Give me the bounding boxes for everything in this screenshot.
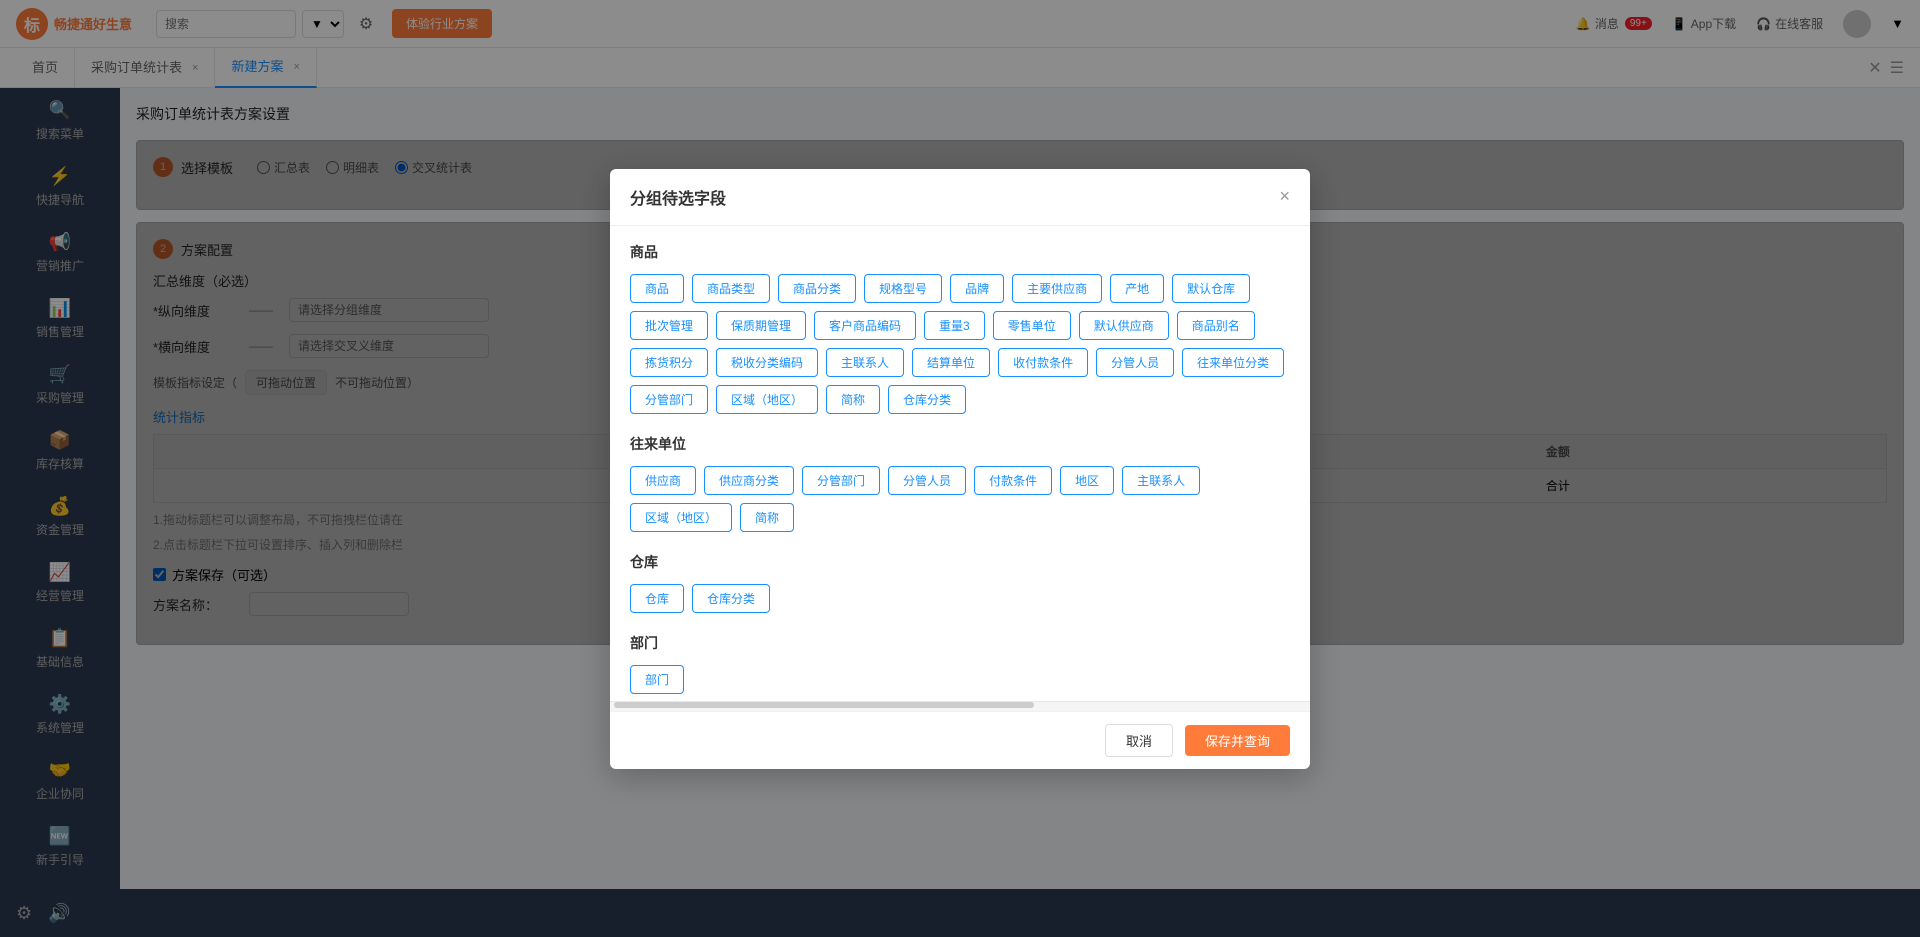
field-tag[interactable]: 品牌 xyxy=(950,274,1004,303)
dialog-footer: 取消 保存并查询 xyxy=(610,711,1310,769)
field-tag[interactable]: 地区 xyxy=(1060,466,1114,495)
confirm-button[interactable]: 保存并查询 xyxy=(1185,725,1290,756)
field-tag[interactable]: 分管部门 xyxy=(630,385,708,414)
field-tag[interactable]: 商品别名 xyxy=(1177,311,1255,340)
field-tag[interactable]: 商品类型 xyxy=(692,274,770,303)
field-tag[interactable]: 部门 xyxy=(630,665,684,694)
field-tag[interactable]: 商品分类 xyxy=(778,274,856,303)
field-tag[interactable]: 税收分类编码 xyxy=(716,348,818,377)
field-tag[interactable]: 简称 xyxy=(826,385,880,414)
field-tag[interactable]: 重量3 xyxy=(924,311,985,340)
field-tag[interactable]: 拣货积分 xyxy=(630,348,708,377)
field-tag[interactable]: 默认供应商 xyxy=(1079,311,1169,340)
fields-wrap-partner: 供应商 供应商分类 分管部门 分管人员 付款条件 地区 主联系人 区域（地区） … xyxy=(630,466,1290,532)
field-tag[interactable]: 仓库分类 xyxy=(888,385,966,414)
field-group-product-title: 商品 xyxy=(630,242,1290,262)
dialog: 分组待选字段 × 商品 商品 商品类型 商品分类 规格型号 品牌 主要供应商 产… xyxy=(610,169,1310,769)
field-tag[interactable]: 默认仓库 xyxy=(1172,274,1250,303)
field-tag[interactable]: 主要供应商 xyxy=(1012,274,1102,303)
field-tag[interactable]: 区域（地区） xyxy=(716,385,818,414)
fields-wrap-product: 商品 商品类型 商品分类 规格型号 品牌 主要供应商 产地 默认仓库 批次管理 … xyxy=(630,274,1290,414)
dialog-header: 分组待选字段 × xyxy=(610,169,1310,226)
field-tag[interactable]: 区域（地区） xyxy=(630,503,732,532)
dialog-hscrollbar[interactable] xyxy=(610,701,1310,711)
field-tag[interactable]: 批次管理 xyxy=(630,311,708,340)
field-tag[interactable]: 商品 xyxy=(630,274,684,303)
fields-wrap-dept: 部门 xyxy=(630,665,1290,694)
field-tag[interactable]: 收付款条件 xyxy=(998,348,1088,377)
field-group-warehouse: 仓库 仓库 仓库分类 xyxy=(630,552,1290,613)
field-group-warehouse-title: 仓库 xyxy=(630,552,1290,572)
field-tag[interactable]: 保质期管理 xyxy=(716,311,806,340)
fields-wrap-warehouse: 仓库 仓库分类 xyxy=(630,584,1290,613)
modal-overlay: 分组待选字段 × 商品 商品 商品类型 商品分类 规格型号 品牌 主要供应商 产… xyxy=(0,0,1920,937)
field-tag[interactable]: 简称 xyxy=(740,503,794,532)
field-tag[interactable]: 往来单位分类 xyxy=(1182,348,1284,377)
dialog-hscroll-thumb[interactable] xyxy=(614,702,1034,708)
dialog-body: 商品 商品 商品类型 商品分类 规格型号 品牌 主要供应商 产地 默认仓库 批次… xyxy=(610,226,1310,701)
field-group-partner: 往来单位 供应商 供应商分类 分管部门 分管人员 付款条件 地区 主联系人 区域… xyxy=(630,434,1290,532)
field-tag[interactable]: 供应商 xyxy=(630,466,696,495)
field-tag[interactable]: 主联系人 xyxy=(1122,466,1200,495)
field-group-dept: 部门 部门 xyxy=(630,633,1290,694)
field-group-product: 商品 商品 商品类型 商品分类 规格型号 品牌 主要供应商 产地 默认仓库 批次… xyxy=(630,242,1290,414)
field-tag[interactable]: 仓库 xyxy=(630,584,684,613)
field-tag[interactable]: 仓库分类 xyxy=(692,584,770,613)
cancel-button[interactable]: 取消 xyxy=(1105,724,1173,757)
field-tag[interactable]: 客户商品编码 xyxy=(814,311,916,340)
field-tag[interactable]: 分管人员 xyxy=(1096,348,1174,377)
dialog-title: 分组待选字段 xyxy=(630,185,726,209)
field-tag[interactable]: 结算单位 xyxy=(912,348,990,377)
field-tag[interactable]: 分管部门 xyxy=(802,466,880,495)
field-group-partner-title: 往来单位 xyxy=(630,434,1290,454)
dialog-close-icon[interactable]: × xyxy=(1279,186,1290,207)
field-tag[interactable]: 零售单位 xyxy=(993,311,1071,340)
field-tag[interactable]: 付款条件 xyxy=(974,466,1052,495)
field-tag[interactable]: 主联系人 xyxy=(826,348,904,377)
field-tag[interactable]: 分管人员 xyxy=(888,466,966,495)
field-group-dept-title: 部门 xyxy=(630,633,1290,653)
field-tag[interactable]: 供应商分类 xyxy=(704,466,794,495)
field-tag[interactable]: 规格型号 xyxy=(864,274,942,303)
field-tag[interactable]: 产地 xyxy=(1110,274,1164,303)
